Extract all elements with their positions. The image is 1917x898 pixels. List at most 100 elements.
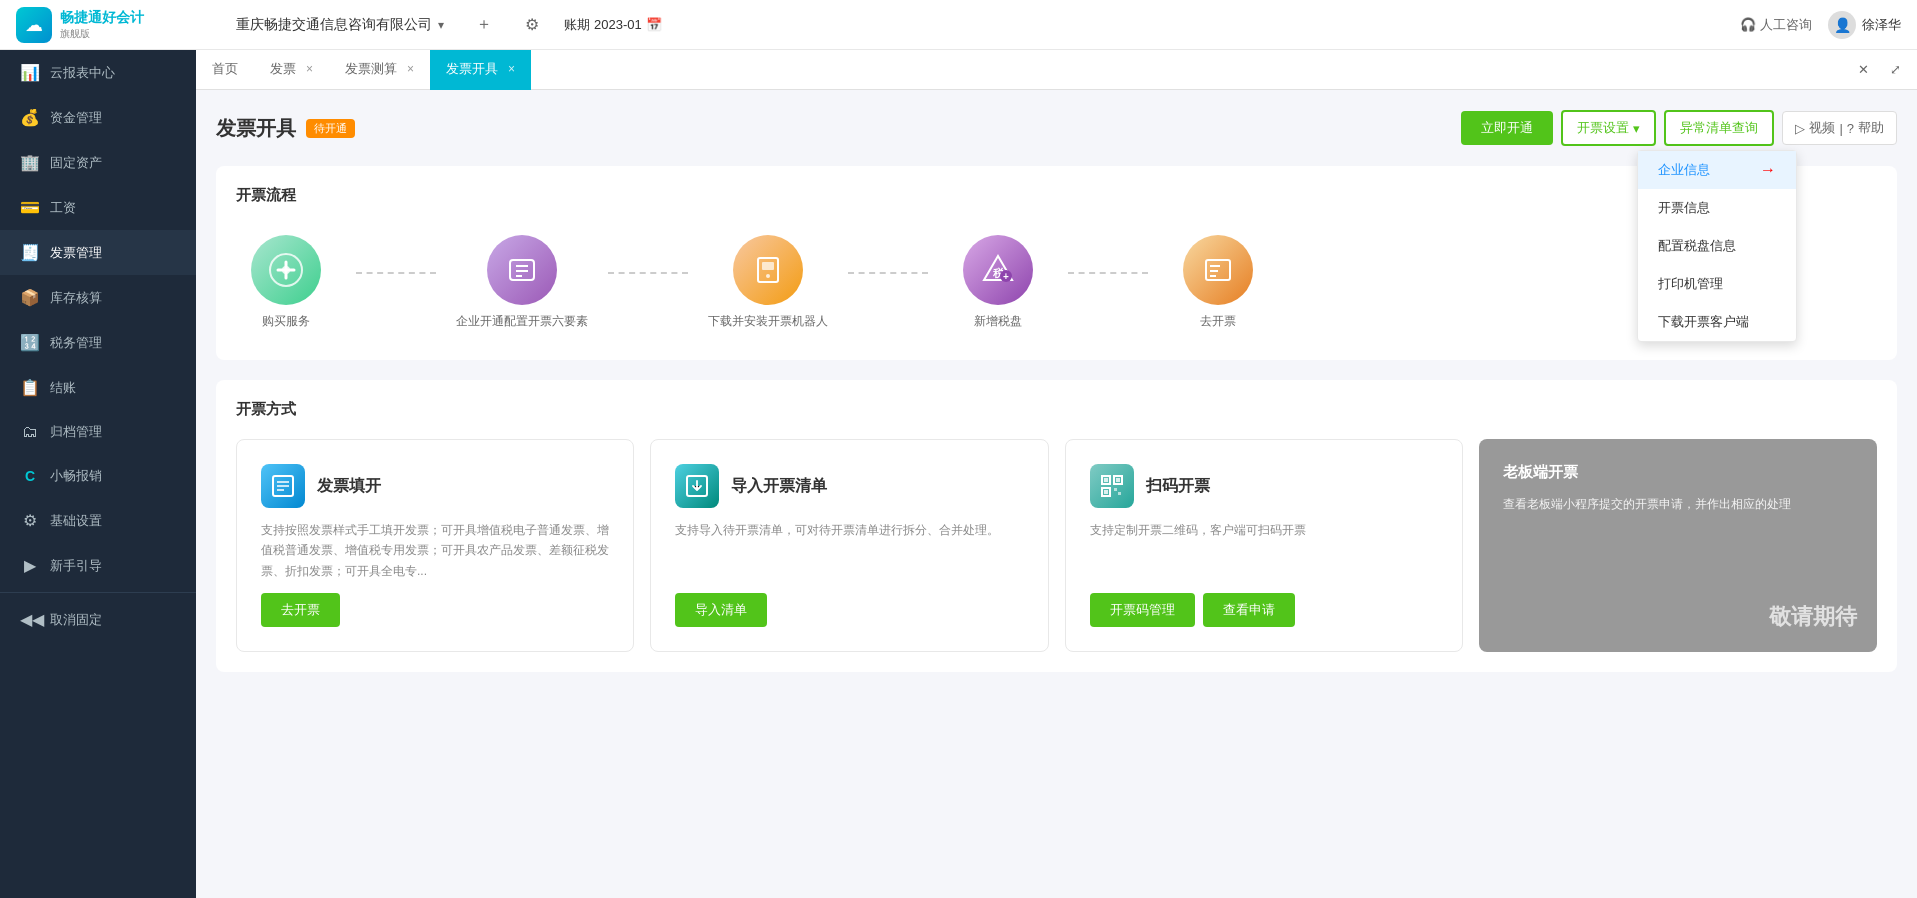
dropdown-arrow-red: → — [1760, 161, 1776, 179]
method-fill-header: 发票填开 — [261, 464, 609, 508]
method-card-scan: 扫码开票 支持定制开票二维码，客户端可扫码开票 开票码管理 查看申请 — [1065, 439, 1463, 652]
page-header: 发票开具 待开通 立即开通 开票设置 ▾ 异常清单查询 — [216, 110, 1897, 146]
company-dropdown-icon: ▾ — [438, 18, 444, 32]
sidebar-item-tax[interactable]: 🔢 税务管理 — [0, 320, 196, 365]
flow-step-label-5: 去开票 — [1200, 313, 1236, 330]
sidebar-item-invoice[interactable]: 🧾 发票管理 — [0, 230, 196, 275]
content-area: 首页 发票 × 发票测算 × 发票开具 × ✕ ⤢ — [196, 50, 1917, 898]
sidebar-item-inventory[interactable]: 📦 库存核算 — [0, 275, 196, 320]
tab-bar: 首页 发票 × 发票测算 × 发票开具 × ✕ ⤢ — [196, 50, 1917, 90]
method-scan-actions: 开票码管理 查看申请 — [1090, 593, 1438, 627]
sidebar-item-payroll[interactable]: 💳 工资 — [0, 185, 196, 230]
method-import-title: 导入开票清单 — [731, 476, 827, 497]
settings-btn-wrapper: 开票设置 ▾ — [1561, 110, 1656, 146]
method-card-import: 导入开票清单 支持导入待开票清单，可对待开票清单进行拆分、合并处理。 导入清单 — [650, 439, 1048, 652]
dropdown-item-printer[interactable]: 打印机管理 — [1638, 265, 1796, 303]
service-button[interactable]: 🎧 人工咨询 — [1740, 16, 1812, 34]
activate-button[interactable]: 立即开通 — [1461, 111, 1553, 145]
calendar-icon[interactable]: 📅 — [646, 17, 662, 32]
dropdown-item-company-info[interactable]: 企业信息 → — [1638, 151, 1796, 189]
flow-step-label-3: 下载并安装开票机器人 — [708, 313, 828, 330]
sidebar-item-unpin[interactable]: ◀◀ 取消固定 — [0, 597, 196, 642]
flow-separator-3 — [848, 272, 928, 294]
status-badge: 待开通 — [306, 119, 355, 138]
view-apply-button[interactable]: 查看申请 — [1203, 593, 1295, 627]
flow-step-3: 下载并安装开票机器人 — [708, 235, 828, 330]
sidebar: 📊 云报表中心 💰 资金管理 🏢 固定资产 💳 工资 🧾 发票管理 📦 — [0, 50, 196, 898]
svg-rect-29 — [1118, 492, 1121, 495]
user-info[interactable]: 👤 徐泽华 — [1828, 11, 1901, 39]
svg-rect-26 — [1116, 478, 1120, 482]
fill-go-button[interactable]: 去开票 — [261, 593, 340, 627]
period-label: 账期 2023-01 📅 — [564, 16, 662, 34]
unpin-icon: ◀◀ — [20, 610, 40, 629]
page-actions: 立即开通 开票设置 ▾ 异常清单查询 ▷ 视频 | ? — [1461, 110, 1897, 146]
logo-area: ☁ 畅捷通好会计 旗舰版 — [16, 7, 212, 43]
flow-step-label-1: 购买服务 — [262, 313, 310, 330]
svg-text:+: + — [1003, 271, 1009, 282]
flow-separator-2 — [608, 272, 688, 294]
main-area: 📊 云报表中心 💰 资金管理 🏢 固定资产 💳 工资 🧾 发票管理 📦 — [0, 50, 1917, 898]
page-title: 发票开具 — [216, 115, 296, 142]
tab-invoice-close[interactable]: × — [306, 63, 313, 75]
flow-step-icon-2 — [487, 235, 557, 305]
expand-tab-btn[interactable]: ⤢ — [1881, 56, 1909, 84]
payroll-icon: 💳 — [20, 198, 40, 217]
tab-invoice-calc-close[interactable]: × — [407, 63, 414, 75]
top-right: 🎧 人工咨询 👤 徐泽华 — [1740, 11, 1901, 39]
help-button[interactable]: ▷ 视频 | ? 帮助 — [1782, 111, 1897, 145]
add-company-button[interactable]: ＋ — [468, 9, 500, 41]
tab-invoice-issue-close[interactable]: × — [508, 63, 515, 75]
flow-step-2: 企业开通配置开票六要素 — [456, 235, 588, 330]
sidebar-item-archive[interactable]: 🗂 归档管理 — [0, 410, 196, 454]
qr-manage-button[interactable]: 开票码管理 — [1090, 593, 1195, 627]
settings-dropdown-arrow: ▾ — [1633, 121, 1640, 136]
sidebar-item-assets[interactable]: 🏢 固定资产 — [0, 140, 196, 185]
tab-invoice[interactable]: 发票 × — [254, 50, 329, 90]
sidebar-item-guide[interactable]: ▶ 新手引导 — [0, 543, 196, 588]
company-name: 重庆畅捷交通信息咨询有限公司 — [236, 16, 432, 34]
assets-icon: 🏢 — [20, 153, 40, 172]
logo-title: 畅捷通好会计 — [60, 9, 144, 27]
sidebar-item-cloud-reports[interactable]: 📊 云报表中心 — [0, 50, 196, 95]
sidebar-item-finance[interactable]: 💰 资金管理 — [0, 95, 196, 140]
method-scan-title: 扫码开票 — [1146, 476, 1210, 497]
method-import-actions: 导入清单 — [675, 593, 1023, 627]
sidebar-item-settings[interactable]: ⚙ 基础设置 — [0, 498, 196, 543]
question-icon: ? — [1847, 121, 1854, 136]
coming-soon-area: 敬请期待 — [1769, 602, 1857, 632]
dropdown-item-invoice-info[interactable]: 开票信息 — [1638, 189, 1796, 227]
svg-rect-28 — [1114, 488, 1117, 491]
import-list-button[interactable]: 导入清单 — [675, 593, 767, 627]
tab-home[interactable]: 首页 — [196, 50, 254, 90]
flow-step-label-4: 新增税盘 — [974, 313, 1022, 330]
invoice-icon: 🧾 — [20, 243, 40, 262]
flow-step-1: 购买服务 — [236, 235, 336, 330]
tab-invoice-issue[interactable]: 发票开具 × — [430, 50, 531, 90]
method-import-header: 导入开票清单 — [675, 464, 1023, 508]
flow-step-icon-4: 税+ — [963, 235, 1033, 305]
cloud-reports-icon: 📊 — [20, 63, 40, 82]
svg-rect-7 — [762, 262, 774, 270]
company-selector[interactable]: 重庆畅捷交通信息咨询有限公司 ▾ — [228, 12, 452, 38]
page-title-area: 发票开具 待开通 — [216, 115, 355, 142]
settings-icon[interactable]: ⚙ — [516, 9, 548, 41]
dropdown-item-tax-config[interactable]: 配置税盘信息 — [1638, 227, 1796, 265]
sidebar-item-close-accounts[interactable]: 📋 结账 — [0, 365, 196, 410]
query-button[interactable]: 异常清单查询 — [1664, 110, 1774, 146]
settings-button[interactable]: 开票设置 ▾ — [1561, 110, 1656, 146]
logo-icon: ☁ — [16, 7, 52, 43]
coming-soon-badge: 敬请期待 — [1769, 604, 1857, 629]
methods-section: 开票方式 发票填开 支持按照发票样式手工填开发票；可开具增值税电子普通发票、增值… — [216, 380, 1897, 672]
svg-point-8 — [766, 274, 770, 278]
method-import-desc: 支持导入待开票清单，可对待开票清单进行拆分、合并处理。 — [675, 520, 1023, 540]
dropdown-item-download-client[interactable]: 下载开票客户端 — [1638, 303, 1796, 341]
headset-icon: 🎧 — [1740, 17, 1756, 32]
sidebar-item-expense[interactable]: C 小畅报销 — [0, 454, 196, 498]
close-tab-btn[interactable]: ✕ — [1849, 56, 1877, 84]
guide-icon: ▶ — [20, 556, 40, 575]
boss-card: 老板端开票 查看老板端小程序提交的开票申请，并作出相应的处理 敬请期待 — [1479, 439, 1877, 652]
flow-step-label-2: 企业开通配置开票六要素 — [456, 313, 588, 330]
tab-bar-right: ✕ ⤢ — [1849, 56, 1917, 84]
tab-invoice-calc[interactable]: 发票测算 × — [329, 50, 430, 90]
